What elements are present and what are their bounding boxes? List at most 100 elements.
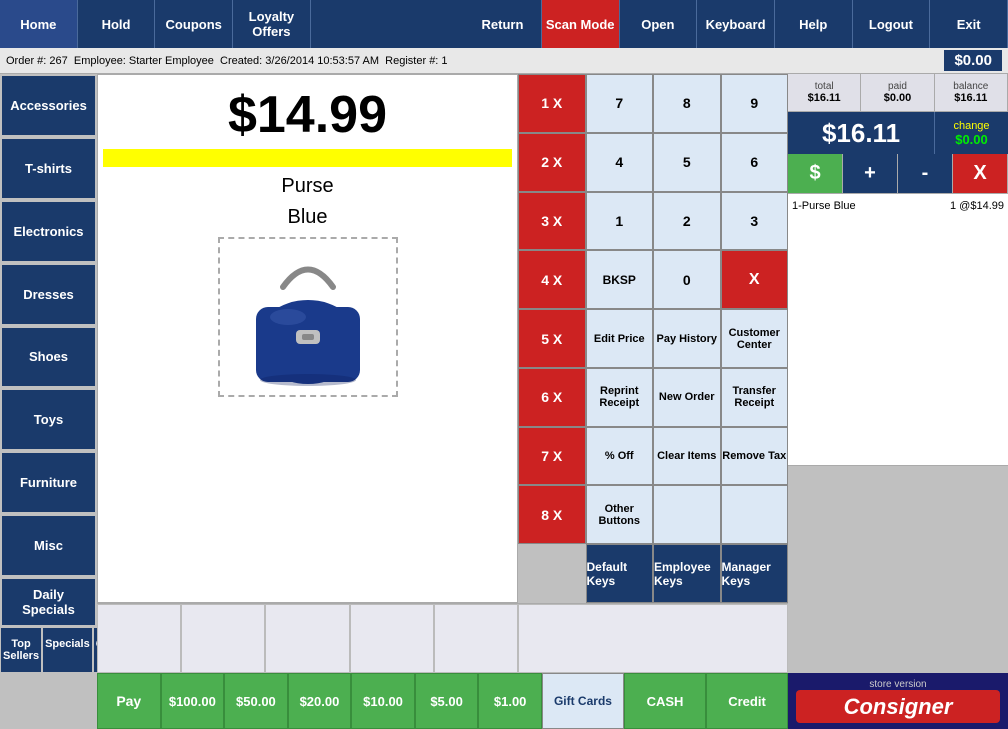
numpad-row-8: 8 X Other Buttons xyxy=(518,485,788,544)
pay-area: Pay $100.00 $50.00 $20.00 $10.00 $5.00 $… xyxy=(97,673,788,729)
ctrl-minus[interactable]: - xyxy=(898,154,953,193)
nav-coupons[interactable]: Coupons xyxy=(155,0,233,48)
pay-gift-cards[interactable]: Gift Cards xyxy=(542,673,624,729)
nav-scan-mode[interactable]: Scan Mode xyxy=(542,0,620,48)
numpad-4[interactable]: 4 xyxy=(586,133,654,192)
numpad-1x[interactable]: 1 X xyxy=(518,74,586,133)
nav-exit[interactable]: Exit xyxy=(930,0,1008,48)
nav-hold[interactable]: Hold xyxy=(78,0,156,48)
sidebar-item-toys[interactable]: Toys xyxy=(0,388,97,451)
pay-cash[interactable]: CASH xyxy=(624,673,706,729)
numpad-1[interactable]: 1 xyxy=(586,192,654,251)
numpad-empty-1 xyxy=(653,485,721,544)
numpad-other-buttons[interactable]: Other Buttons xyxy=(586,485,654,544)
numpad-empty-2 xyxy=(721,485,789,544)
pay-credit[interactable]: Credit xyxy=(706,673,788,729)
numpad-7x[interactable]: 7 X xyxy=(518,427,586,486)
top-navigation: Home Hold Coupons Loyalty Offers Return … xyxy=(0,0,1008,48)
order-total-display: $0.00 xyxy=(944,50,1002,71)
ctrl-plus[interactable]: + xyxy=(843,154,898,193)
numpad-default-keys[interactable]: Default Keys xyxy=(586,544,654,603)
summary-total: total $16.11 xyxy=(788,74,861,111)
pay-1[interactable]: $1.00 xyxy=(478,673,542,729)
numpad-bksp[interactable]: BKSP xyxy=(586,250,654,309)
numpad-2x[interactable]: 2 X xyxy=(518,133,586,192)
consigner-brand-text: Consigner xyxy=(844,694,953,720)
numpad-0[interactable]: 0 xyxy=(653,250,721,309)
btn-specials[interactable]: Specials xyxy=(42,627,93,673)
numpad-6x[interactable]: 6 X xyxy=(518,368,586,427)
right-panel: total $16.11 paid $0.00 balance $16.11 $… xyxy=(788,74,1008,729)
numpad-new-order[interactable]: New Order xyxy=(653,368,721,427)
numpad-row-1: 1 X 7 8 9 xyxy=(518,74,788,133)
numpad-8x[interactable]: 8 X xyxy=(518,485,586,544)
product-display: $14.99 Purse Blue xyxy=(97,74,518,603)
product-name-line2: Blue xyxy=(287,206,327,229)
nav-logout[interactable]: Logout xyxy=(853,0,931,48)
numpad-row-6: 6 X Reprint Receipt New Order Transfer R… xyxy=(518,368,788,427)
ctrl-dollar[interactable]: $ xyxy=(788,154,843,193)
sidebar-item-tshirts[interactable]: T-shirts xyxy=(0,137,97,200)
numpad-8[interactable]: 8 xyxy=(653,74,721,133)
sidebar-item-accessories[interactable]: Accessories xyxy=(0,74,97,137)
numpad-4x[interactable]: 4 X xyxy=(518,250,586,309)
total-value: $16.11 xyxy=(808,92,841,104)
numpad-row-3: 3 X 1 2 3 xyxy=(518,192,788,251)
ctrl-x[interactable]: X xyxy=(953,154,1008,193)
order-list-item: 1-Purse Blue 1 @$14.99 xyxy=(792,198,1004,214)
pay-button[interactable]: Pay xyxy=(97,673,161,729)
sidebar-item-misc[interactable]: Misc xyxy=(0,514,97,577)
numpad-edit-price[interactable]: Edit Price xyxy=(586,309,654,368)
nav-loyalty[interactable]: Loyalty Offers xyxy=(233,0,311,48)
sidebar-item-furniture[interactable]: Furniture xyxy=(0,451,97,514)
nav-help[interactable]: Help xyxy=(775,0,853,48)
numpad-clear[interactable]: X xyxy=(721,250,789,309)
product-price: $14.99 xyxy=(228,85,387,145)
numpad-reprint-receipt[interactable]: Reprint Receipt xyxy=(586,368,654,427)
yellow-highlight-bar xyxy=(103,149,512,167)
numpad-9[interactable]: 9 xyxy=(721,74,789,133)
sidebar-daily-specials[interactable]: Daily Specials xyxy=(0,577,97,627)
nav-keyboard[interactable]: Keyboard xyxy=(697,0,775,48)
pay-100[interactable]: $100.00 xyxy=(161,673,225,729)
numpad-clear-items[interactable]: Clear Items xyxy=(653,427,721,486)
numpad-row-7: 7 X % Off Clear Items Remove Tax xyxy=(518,427,788,486)
nav-return[interactable]: Return xyxy=(464,0,542,48)
pay-20[interactable]: $20.00 xyxy=(288,673,352,729)
numpad-6[interactable]: 6 xyxy=(721,133,789,192)
nav-home[interactable]: Home xyxy=(0,0,78,48)
numpad-3x[interactable]: 3 X xyxy=(518,192,586,251)
main-layout: Accessories T-shirts Electronics Dresses… xyxy=(0,74,1008,729)
numpad-5x[interactable]: 5 X xyxy=(518,309,586,368)
right-controls: $ + - X xyxy=(788,154,1008,194)
numpad-transfer-receipt[interactable]: Transfer Receipt xyxy=(721,368,789,427)
pay-50[interactable]: $50.00 xyxy=(224,673,288,729)
employee-name: Employee: Starter Employee xyxy=(74,55,214,67)
numpad-2[interactable]: 2 xyxy=(653,192,721,251)
btn-top-sellers[interactable]: Top Sellers xyxy=(0,627,42,673)
category-sidebar: Accessories T-shirts Electronics Dresses… xyxy=(0,74,97,729)
balance-label: balance xyxy=(953,81,988,92)
numpad-7[interactable]: 7 xyxy=(586,74,654,133)
numpad-employee-keys[interactable]: Employee Keys xyxy=(653,544,721,603)
numpad-manager-keys[interactable]: Manager Keys xyxy=(721,544,789,603)
sidebar-item-dresses[interactable]: Dresses xyxy=(0,263,97,326)
order-item-detail: 1 @$14.99 xyxy=(950,200,1004,212)
change-value: $0.00 xyxy=(955,132,988,147)
right-order-list: 1-Purse Blue 1 @$14.99 xyxy=(788,194,1008,466)
nav-open[interactable]: Open xyxy=(620,0,698,48)
numpad-3[interactable]: 3 xyxy=(721,192,789,251)
numpad-percent-off[interactable]: % Off xyxy=(586,427,654,486)
pay-5[interactable]: $5.00 xyxy=(415,673,479,729)
sidebar-item-electronics[interactable]: Electronics xyxy=(0,200,97,263)
numpad-row-5: 5 X Edit Price Pay History Customer Cent… xyxy=(518,309,788,368)
numpad-customer-center[interactable]: Customer Center xyxy=(721,309,789,368)
store-version-label: store version xyxy=(869,679,926,690)
numpad-pay-history[interactable]: Pay History xyxy=(653,309,721,368)
big-balance-display: $16.11 xyxy=(788,112,934,154)
pay-10[interactable]: $10.00 xyxy=(351,673,415,729)
sidebar-item-shoes[interactable]: Shoes xyxy=(0,326,97,389)
numpad-5[interactable]: 5 xyxy=(653,133,721,192)
numpad-row-4: 4 X BKSP 0 X xyxy=(518,250,788,309)
numpad-remove-tax[interactable]: Remove Tax xyxy=(721,427,789,486)
